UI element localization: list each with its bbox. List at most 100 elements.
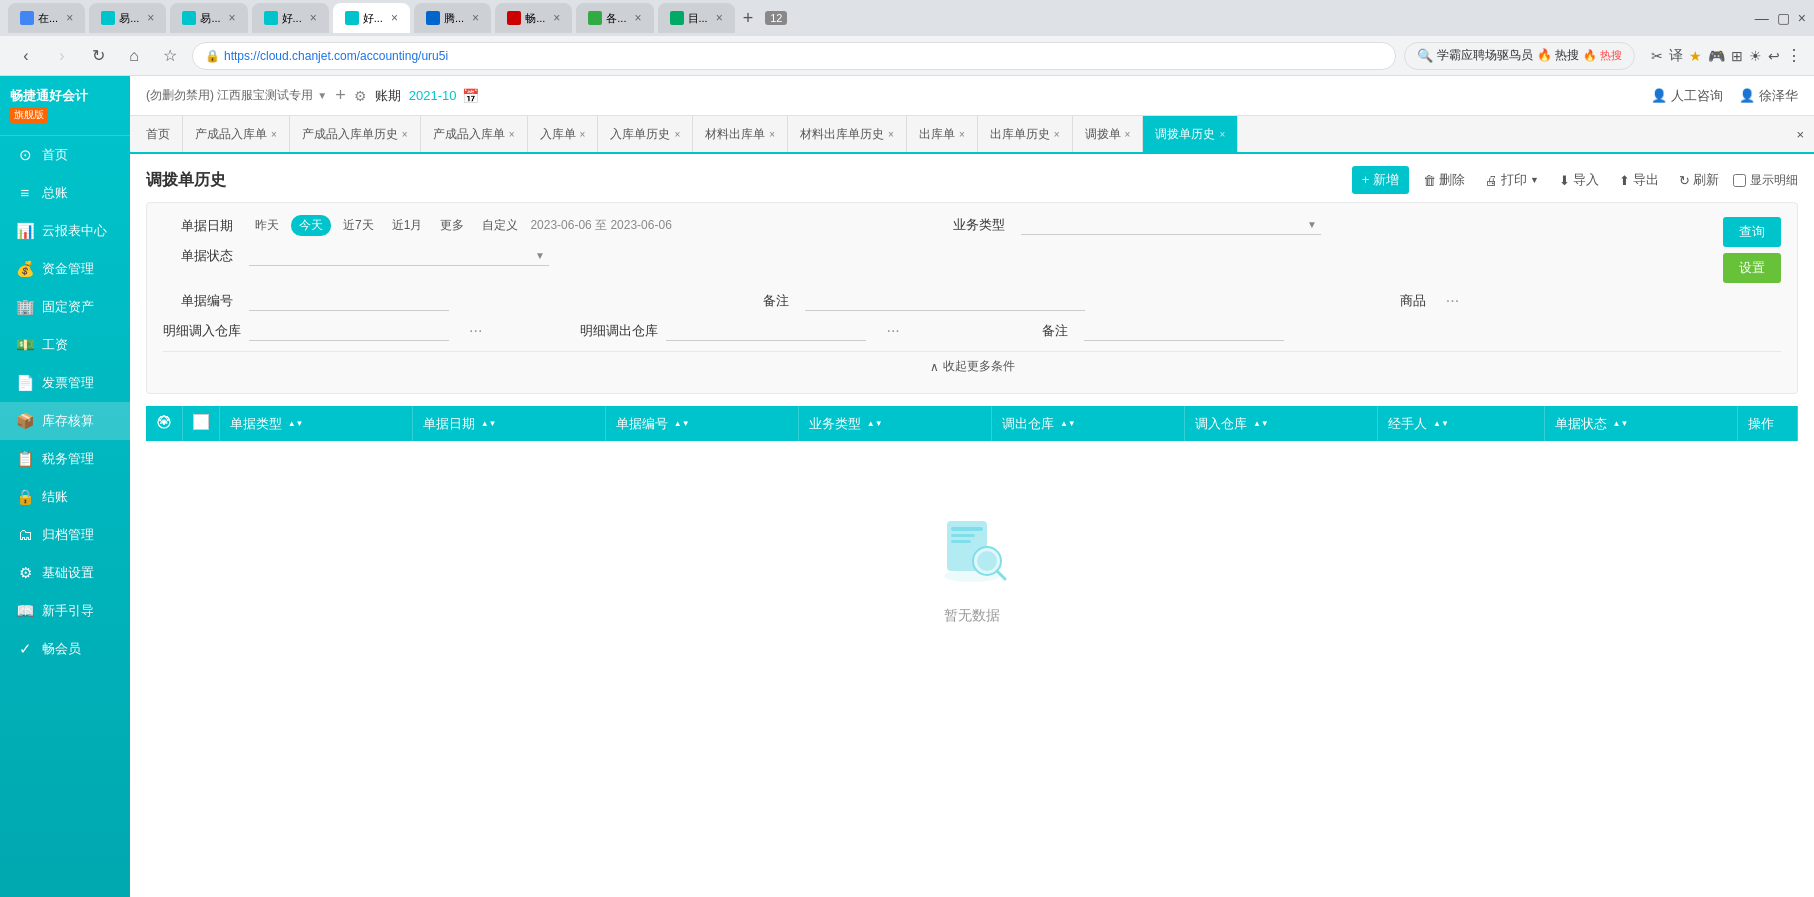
remark-input[interactable]: [805, 291, 1085, 311]
translate-icon[interactable]: 译: [1669, 47, 1683, 65]
app-tab-11-active[interactable]: 调拨单历史 ×: [1143, 116, 1238, 153]
new-tab-button[interactable]: +: [743, 8, 754, 29]
tab-close-7[interactable]: ×: [472, 11, 479, 25]
tab-close-app-3[interactable]: ×: [509, 129, 515, 140]
browser-tab-2[interactable]: 易... ×: [89, 3, 166, 33]
bookmark-button[interactable]: ☆: [156, 42, 184, 70]
app-tab-3[interactable]: 产成品入库单 ×: [421, 116, 528, 153]
sidebar-item-archive[interactable]: 🗂 归档管理: [0, 516, 130, 554]
th-settings[interactable]: [146, 406, 183, 441]
show-cols-checkbox[interactable]: [1733, 174, 1746, 187]
app-tab-home[interactable]: 首页: [134, 116, 183, 153]
sort-doc-type[interactable]: ▲▼: [288, 420, 304, 428]
sidebar-item-home[interactable]: ⊙ 首页: [0, 136, 130, 174]
browser-tab-1[interactable]: 在... ×: [8, 3, 85, 33]
tab-close-1[interactable]: ×: [66, 11, 73, 25]
sidebar-item-invoice[interactable]: 📄 发票管理: [0, 364, 130, 402]
sidebar-item-closing[interactable]: 🔒 结账: [0, 478, 130, 516]
delete-btn[interactable]: 🗑 删除: [1417, 167, 1471, 193]
reward-icon[interactable]: ★: [1689, 48, 1702, 64]
tab-close-app-10[interactable]: ×: [1125, 129, 1131, 140]
select-all-checkbox[interactable]: [193, 414, 209, 430]
date-opt-custom[interactable]: 自定义: [476, 215, 524, 236]
th-out-warehouse[interactable]: 调出仓库 ▲▼: [992, 406, 1185, 441]
sidebar-item-member[interactable]: ✓ 畅会员: [0, 630, 130, 668]
close-btn[interactable]: ×: [1798, 10, 1806, 26]
tab-bar-close-all[interactable]: ×: [1786, 121, 1814, 148]
detail-remark-input[interactable]: [1084, 321, 1284, 341]
address-bar[interactable]: 🔒 https://cloud.chanjet.com/accounting/u…: [192, 42, 1396, 70]
th-doc-date[interactable]: 单据日期 ▲▼: [413, 406, 606, 441]
browser-tab-10[interactable]: 目... ×: [658, 3, 735, 33]
sort-biz-type[interactable]: ▲▼: [867, 420, 883, 428]
tab-close-8[interactable]: ×: [553, 11, 560, 25]
date-opt-yesterday[interactable]: 昨天: [249, 215, 285, 236]
app-tab-1[interactable]: 产成品入库单 ×: [183, 116, 290, 153]
app-tab-5[interactable]: 入库单历史 ×: [598, 116, 693, 153]
sidebar-item-capital[interactable]: 💰 资金管理: [0, 250, 130, 288]
service-btn[interactable]: 👤 人工咨询: [1651, 87, 1723, 105]
home-button[interactable]: ⌂: [120, 42, 148, 70]
sidebar-item-guide[interactable]: 📖 新手引导: [0, 592, 130, 630]
date-opt-1month[interactable]: 近1月: [386, 215, 429, 236]
browser-tab-4[interactable]: 好... ×: [252, 3, 329, 33]
tab-close-10[interactable]: ×: [716, 11, 723, 25]
tab-close-app-11[interactable]: ×: [1219, 129, 1225, 140]
sort-out-warehouse[interactable]: ▲▼: [1060, 420, 1076, 428]
th-doc-no[interactable]: 单据编号 ▲▼: [606, 406, 799, 441]
app-tab-4[interactable]: 入库单 ×: [528, 116, 599, 153]
apps-icon[interactable]: ⊞: [1731, 48, 1743, 64]
tab-close-app-8[interactable]: ×: [959, 129, 965, 140]
app-tab-2[interactable]: 产成品入库单历史 ×: [290, 116, 421, 153]
sort-doc-status[interactable]: ▲▼: [1613, 420, 1629, 428]
sidebar-item-salary[interactable]: 💵 工资: [0, 326, 130, 364]
th-doc-status[interactable]: 单据状态 ▲▼: [1544, 406, 1737, 441]
tab-close-app-9[interactable]: ×: [1054, 129, 1060, 140]
collapse-filter-btn[interactable]: ∧ 收起更多条件: [163, 351, 1781, 381]
tab-close-4[interactable]: ×: [310, 11, 317, 25]
undo-icon[interactable]: ↩: [1768, 48, 1780, 64]
date-opt-7days[interactable]: 近7天: [337, 215, 380, 236]
settings-company-icon[interactable]: ⚙: [354, 88, 367, 104]
app-tab-8[interactable]: 出库单 ×: [907, 116, 978, 153]
company-selector[interactable]: (勿删勿禁用) 江西服宝测试专用 ▼: [146, 87, 327, 104]
user-info[interactable]: 👤 徐泽华: [1739, 87, 1798, 105]
export-btn[interactable]: ⬆ 导出: [1613, 167, 1665, 193]
app-tab-6[interactable]: 材料出库单 ×: [693, 116, 788, 153]
browser-tab-9[interactable]: 各... ×: [576, 3, 653, 33]
game-icon[interactable]: 🎮: [1708, 48, 1725, 64]
sort-doc-no[interactable]: ▲▼: [674, 420, 690, 428]
tab-close-2[interactable]: ×: [147, 11, 154, 25]
browser-tab-7[interactable]: 腾... ×: [414, 3, 491, 33]
sidebar-item-inventory[interactable]: 📦 库存核算: [0, 402, 130, 440]
new-btn[interactable]: + 新增: [1352, 166, 1409, 194]
minimize-btn[interactable]: —: [1755, 10, 1769, 26]
back-button[interactable]: ‹: [12, 42, 40, 70]
browser-tab-3[interactable]: 易... ×: [170, 3, 247, 33]
browser-tab-8[interactable]: 畅... ×: [495, 3, 572, 33]
tab-close-3[interactable]: ×: [229, 11, 236, 25]
brightness-icon[interactable]: ☀: [1749, 48, 1762, 64]
browser-tab-active[interactable]: 好... ×: [333, 3, 410, 33]
tab-close-app-4[interactable]: ×: [580, 129, 586, 140]
tab-close-active[interactable]: ×: [391, 11, 398, 25]
query-button[interactable]: 查询: [1723, 217, 1781, 247]
import-btn[interactable]: ⬇ 导入: [1553, 167, 1605, 193]
show-cols-toggle[interactable]: 显示明细: [1733, 172, 1798, 189]
app-tab-7[interactable]: 材料出库单历史 ×: [788, 116, 907, 153]
sort-doc-date[interactable]: ▲▼: [481, 420, 497, 428]
app-tab-10[interactable]: 调拨单 ×: [1073, 116, 1144, 153]
detail-out-btn[interactable]: ···: [882, 322, 903, 340]
sort-in-warehouse[interactable]: ▲▼: [1253, 420, 1269, 428]
sidebar-item-basic[interactable]: ⚙ 基础设置: [0, 554, 130, 592]
forward-button[interactable]: ›: [48, 42, 76, 70]
detail-in-btn[interactable]: ···: [465, 322, 486, 340]
refresh-button[interactable]: ↻: [84, 42, 112, 70]
th-handler[interactable]: 经手人 ▲▼: [1378, 406, 1545, 441]
goods-select-btn[interactable]: ···: [1442, 292, 1463, 310]
scissors-icon[interactable]: ✂: [1651, 48, 1663, 64]
refresh-btn[interactable]: ↻ 刷新: [1673, 167, 1725, 193]
th-in-warehouse[interactable]: 调入仓库 ▲▼: [1185, 406, 1378, 441]
tab-close-app-7[interactable]: ×: [888, 129, 894, 140]
tab-close-app-6[interactable]: ×: [769, 129, 775, 140]
